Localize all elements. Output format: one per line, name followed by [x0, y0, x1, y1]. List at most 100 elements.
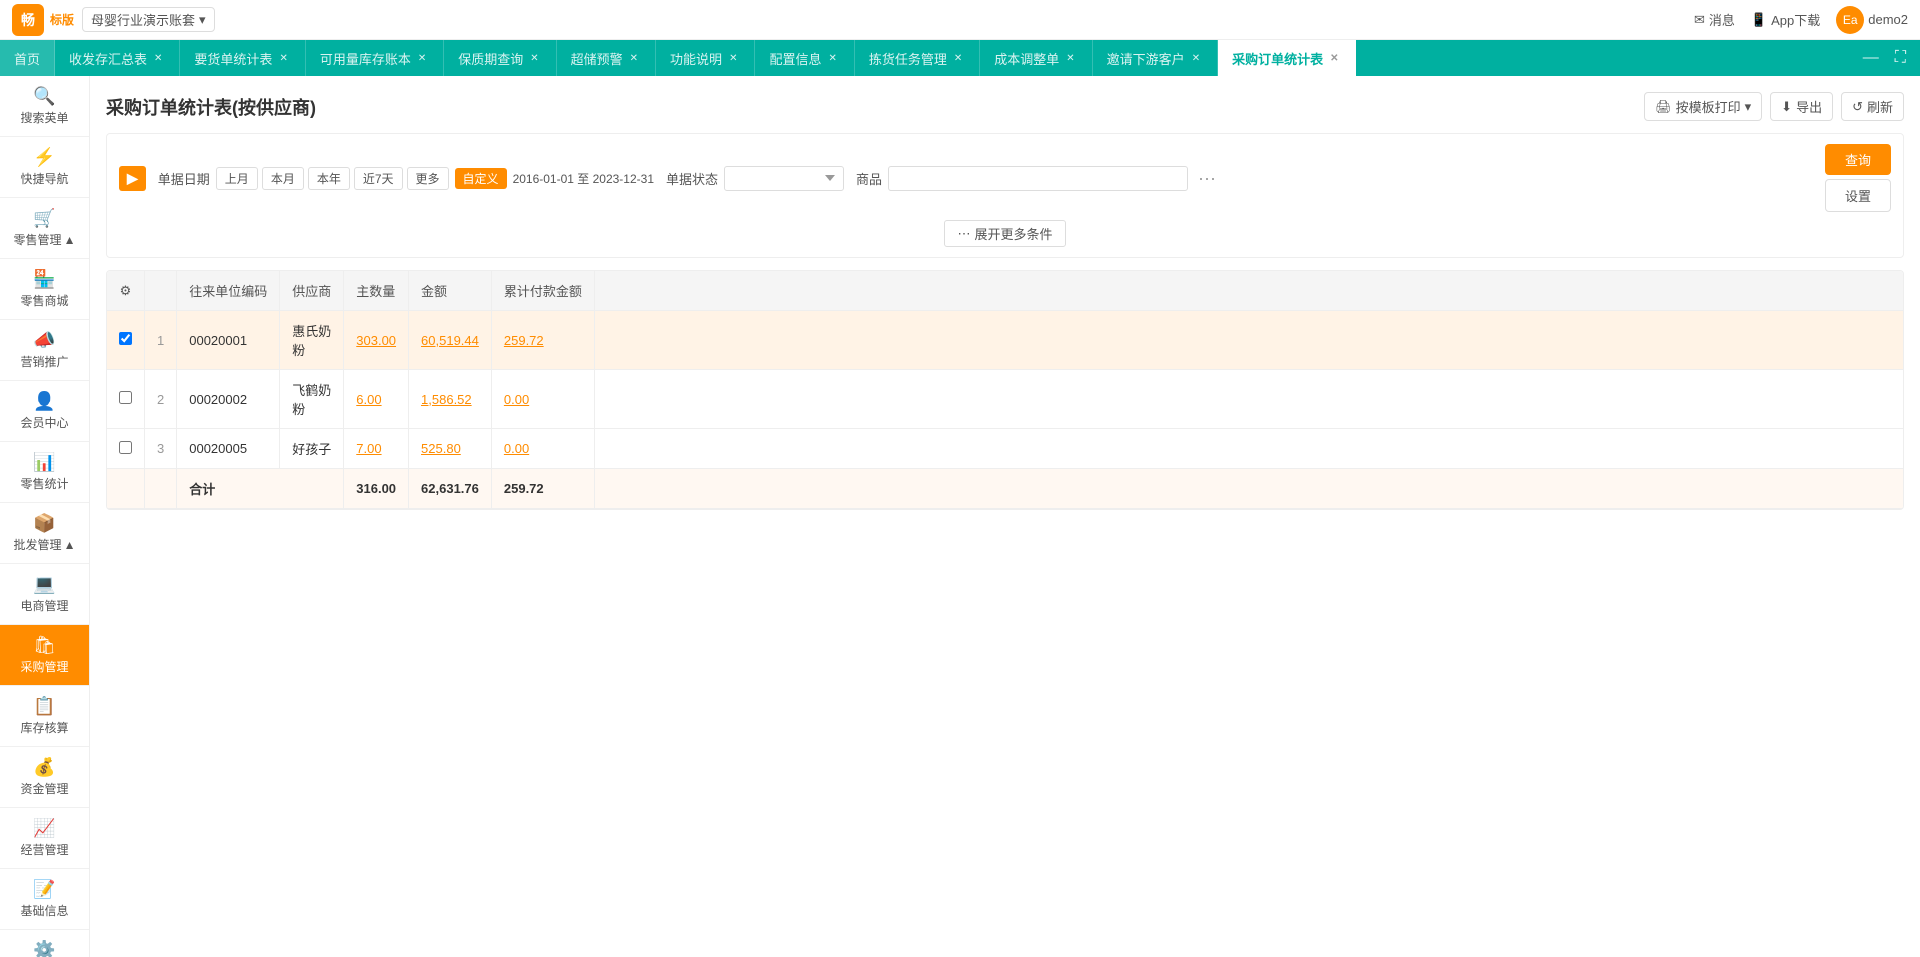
- sidebar-item-system[interactable]: ⚙️ 系统管理: [0, 930, 89, 957]
- date-btn-7days[interactable]: 近7天: [354, 167, 403, 190]
- paid-link-2[interactable]: 0.00: [504, 392, 529, 407]
- td-paid-3[interactable]: 0.00: [491, 429, 594, 469]
- sidebar-item-purchase[interactable]: 🛍 采购管理: [0, 625, 89, 686]
- tab-inventory-book[interactable]: 可用量库存账本 ✕: [306, 40, 444, 76]
- nav-maximize-icon[interactable]: ⛶: [1889, 47, 1912, 69]
- paid-link-3[interactable]: 0.00: [504, 441, 529, 456]
- sidebar-item-basic[interactable]: 📝 基础信息: [0, 869, 89, 930]
- filter-row-1: ▶ 单据日期 上月 本月 本年 近7天 更多 自定义 2016-01-01 至 …: [119, 144, 1891, 212]
- workspace-selector[interactable]: 母婴行业演示账套 ▾: [82, 7, 215, 32]
- td-paid-1[interactable]: 259.72: [491, 311, 594, 370]
- filter-goods-item: 商品 ···: [856, 166, 1220, 191]
- tab-expiry[interactable]: 保质期查询 ✕: [444, 40, 556, 76]
- td-check-1[interactable]: [107, 311, 145, 370]
- goods-more-icon[interactable]: ···: [1194, 168, 1220, 189]
- td-supplier-1: 惠氏奶粉: [280, 311, 344, 370]
- filter-actions: 查询 设置: [1825, 144, 1891, 212]
- th-settings[interactable]: ⚙: [107, 271, 145, 311]
- query-button[interactable]: 查询: [1825, 144, 1891, 175]
- print-icon: 🖨: [1655, 99, 1672, 115]
- tab-overstock[interactable]: 超储预警 ✕: [557, 40, 656, 76]
- sidebar-item-wholesale[interactable]: 📦 批发管理 ▲: [0, 503, 89, 564]
- amount-link-1[interactable]: 60,519.44: [421, 333, 479, 348]
- filter-toggle-button[interactable]: ▶: [119, 166, 146, 191]
- tab-purchase-stat[interactable]: 采购订单统计表 ✕: [1218, 40, 1356, 76]
- td-paid-2[interactable]: 0.00: [491, 370, 594, 429]
- td-qty-1[interactable]: 303.00: [344, 311, 409, 370]
- sidebar: 🔍 搜索英单 ⚡ 快捷导航 🛒 零售管理 ▲ 🏪 零售商城 📣 营销推广 👤 会…: [0, 76, 90, 957]
- tab-goods-stat-close[interactable]: ✕: [276, 52, 290, 65]
- tab-pick-close[interactable]: ✕: [951, 52, 965, 65]
- table-row[interactable]: 3 00020005 好孩子 7.00 525.80 0.00: [107, 429, 1903, 469]
- sidebar-item-quick-nav[interactable]: ⚡ 快捷导航: [0, 137, 89, 198]
- sidebar-item-retail-mall[interactable]: 🏪 零售商城: [0, 259, 89, 320]
- date-btn-this-month[interactable]: 本月: [262, 167, 304, 190]
- sidebar-item-retail[interactable]: 🛒 零售管理 ▲: [0, 198, 89, 259]
- sidebar-item-marketing[interactable]: 📣 营销推广: [0, 320, 89, 381]
- tab-collect-close[interactable]: ✕: [151, 52, 165, 65]
- tab-goods-stat[interactable]: 要货单统计表 ✕: [180, 40, 305, 76]
- td-qty-3[interactable]: 7.00: [344, 429, 409, 469]
- date-custom-button[interactable]: 自定义: [455, 168, 507, 189]
- status-select[interactable]: [724, 166, 844, 191]
- sidebar-item-search[interactable]: 🔍 搜索英单: [0, 76, 89, 137]
- td-check-3[interactable]: [107, 429, 145, 469]
- qty-link-2[interactable]: 6.00: [356, 392, 381, 407]
- amount-link-2[interactable]: 1,586.52: [421, 392, 472, 407]
- qty-link-1[interactable]: 303.00: [356, 333, 396, 348]
- td-amount-1[interactable]: 60,519.44: [409, 311, 492, 370]
- tab-overstock-close[interactable]: ✕: [627, 52, 641, 65]
- sidebar-search-label: 搜索英单: [20, 109, 68, 126]
- tab-home[interactable]: 首页: [0, 40, 55, 76]
- tab-cost[interactable]: 成本调整单 ✕: [980, 40, 1092, 76]
- row-checkbox-1[interactable]: [119, 332, 132, 345]
- message-button[interactable]: ✉ 消息: [1694, 10, 1735, 29]
- date-btn-last-month[interactable]: 上月: [216, 167, 258, 190]
- qty-link-3[interactable]: 7.00: [356, 441, 381, 456]
- tab-config[interactable]: 配置信息 ✕: [755, 40, 854, 76]
- td-amount-2[interactable]: 1,586.52: [409, 370, 492, 429]
- tab-invite[interactable]: 邀请下游客户 ✕: [1093, 40, 1218, 76]
- tab-func-close[interactable]: ✕: [726, 52, 740, 65]
- filter-date-item: 单据日期 上月 本月 本年 近7天 更多 自定义 2016-01-01 至 20…: [158, 167, 654, 190]
- tab-expiry-close[interactable]: ✕: [527, 52, 541, 65]
- user-area[interactable]: Ea demo2: [1836, 6, 1908, 34]
- tab-cost-close[interactable]: ✕: [1063, 52, 1077, 65]
- tab-inventory-book-close[interactable]: ✕: [415, 52, 429, 65]
- tab-purchase-stat-close[interactable]: ✕: [1327, 52, 1341, 65]
- table-row[interactable]: 2 00020002 飞鹤奶粉 6.00 1,586.52 0.00: [107, 370, 1903, 429]
- date-btn-more[interactable]: 更多: [407, 167, 449, 190]
- print-button[interactable]: 🖨 按模板打印 ▾: [1644, 92, 1762, 121]
- app-download-button[interactable]: 📱 App下载: [1751, 10, 1820, 29]
- tab-func[interactable]: 功能说明 ✕: [656, 40, 755, 76]
- sidebar-item-ops[interactable]: 📈 经营管理: [0, 808, 89, 869]
- row-checkbox-3[interactable]: [119, 441, 132, 454]
- sidebar-item-ecom[interactable]: 💻 电商管理: [0, 564, 89, 625]
- table-settings-icon[interactable]: ⚙: [120, 283, 132, 298]
- logo-area: 畅 标版: [12, 4, 74, 36]
- tab-inventory-book-label: 可用量库存账本: [320, 49, 411, 68]
- table-row[interactable]: 1 00020001 惠氏奶粉 303.00 60,519.44 259.72: [107, 311, 1903, 370]
- sidebar-item-member[interactable]: 👤 会员中心: [0, 381, 89, 442]
- settings-button[interactable]: 设置: [1825, 179, 1891, 212]
- sidebar-item-inventory[interactable]: 📋 库存核算: [0, 686, 89, 747]
- sidebar-item-retail-stat[interactable]: 📊 零售统计: [0, 442, 89, 503]
- amount-link-3[interactable]: 525.80: [421, 441, 461, 456]
- paid-link-1[interactable]: 259.72: [504, 333, 544, 348]
- date-btn-this-year[interactable]: 本年: [308, 167, 350, 190]
- td-qty-2[interactable]: 6.00: [344, 370, 409, 429]
- nav-minimize-icon[interactable]: —: [1857, 47, 1885, 69]
- td-check-2[interactable]: [107, 370, 145, 429]
- sidebar-item-finance[interactable]: 💰 资金管理: [0, 747, 89, 808]
- tab-pick[interactable]: 拣货任务管理 ✕: [855, 40, 980, 76]
- td-amount-3[interactable]: 525.80: [409, 429, 492, 469]
- tab-collect[interactable]: 收发存汇总表 ✕: [55, 40, 180, 76]
- tab-invite-close[interactable]: ✕: [1189, 52, 1203, 65]
- th-extra: [594, 271, 1903, 311]
- export-button[interactable]: ⬇ 导出: [1770, 92, 1833, 121]
- expand-more-button[interactable]: ⋯ 展开更多条件: [944, 220, 1065, 247]
- refresh-button[interactable]: ↺ 刷新: [1841, 92, 1904, 121]
- tab-config-close[interactable]: ✕: [825, 52, 839, 65]
- goods-input[interactable]: [888, 166, 1188, 191]
- row-checkbox-2[interactable]: [119, 391, 132, 404]
